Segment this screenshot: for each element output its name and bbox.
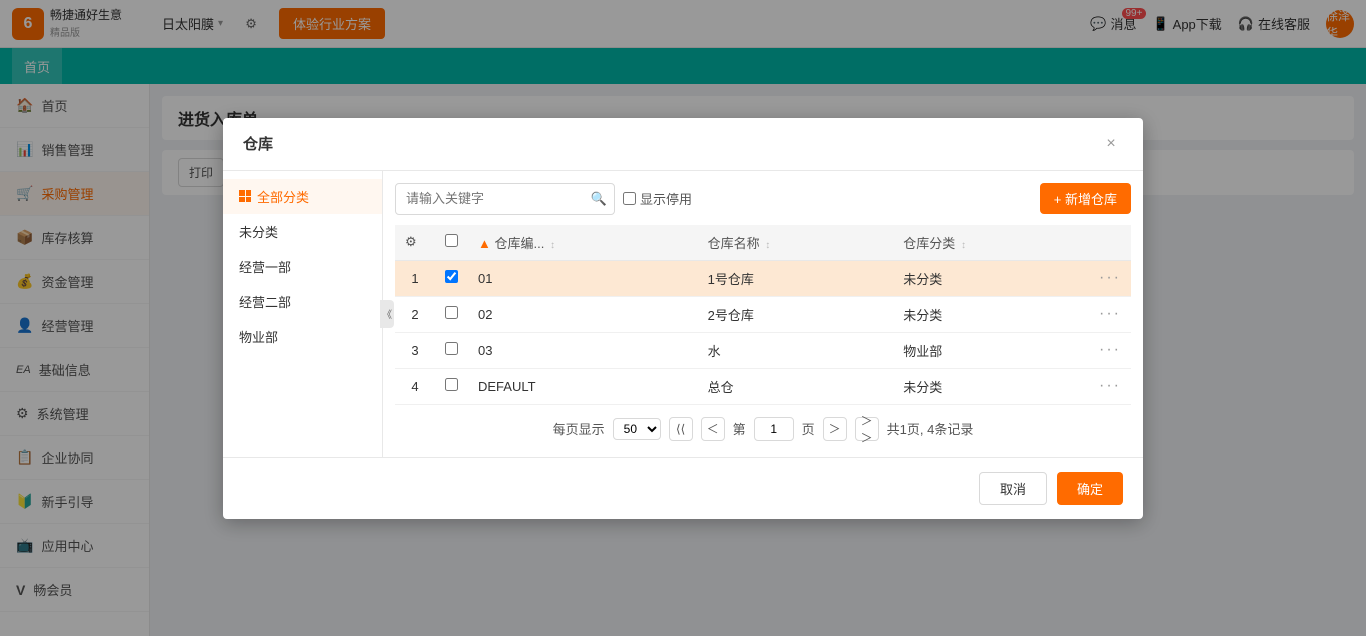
gear-icon: ⚙ xyxy=(405,234,417,249)
per-page-select[interactable]: 50 xyxy=(613,418,661,440)
total-label: 共1页, 4条记录 xyxy=(887,419,974,438)
cat-label: 经营二部 xyxy=(239,292,291,311)
row-checkbox[interactable] xyxy=(435,260,468,296)
row-code: 03 xyxy=(468,332,698,368)
warehouse-modal: 仓库 × 全部分类 未分类 经营一部 经营二部 xyxy=(223,118,1143,519)
row-more[interactable]: ··· xyxy=(1089,368,1131,404)
cat-label: 全部分类 xyxy=(257,187,309,206)
row-name: 1号仓库 xyxy=(698,260,894,296)
modal-footer: 取消 确定 xyxy=(223,457,1143,519)
sidebar-collapse-button[interactable]: 《 xyxy=(380,300,394,328)
row-index: 1 xyxy=(395,260,435,296)
page-unit-label: 页 xyxy=(802,419,815,438)
show-disabled-label: 显示停用 xyxy=(640,189,692,208)
confirm-button[interactable]: 确定 xyxy=(1057,472,1123,505)
row-name: 2号仓库 xyxy=(698,296,894,332)
show-disabled-checkbox[interactable] xyxy=(623,192,636,205)
warehouse-table: ⚙ ▲ 仓库编... ↕ 仓库名称 xyxy=(395,225,1131,405)
table-area: 🔍 显示停用 + 新增仓库 ⚙ xyxy=(383,171,1143,457)
page-number-input[interactable] xyxy=(754,417,794,441)
row-code: 01 xyxy=(468,260,698,296)
pagination: 每页显示 50 ⟨⟨ ＜ 第 页 ＞ ＞＞ 共1页, 4条记录 xyxy=(395,405,1131,445)
collapse-icon: 《 xyxy=(382,306,392,321)
row-index: 4 xyxy=(395,368,435,404)
table-row[interactable]: 3 03 水 物业部 ··· xyxy=(395,332,1131,368)
search-wrap: 🔍 xyxy=(395,183,615,215)
row-more[interactable]: ··· xyxy=(1089,296,1131,332)
row-checkbox[interactable] xyxy=(435,296,468,332)
modal-body: 全部分类 未分类 经营一部 经营二部 物业部 《 xyxy=(223,171,1143,457)
row-select[interactable] xyxy=(445,306,458,319)
row-index: 2 xyxy=(395,296,435,332)
cat-item-none[interactable]: 未分类 xyxy=(223,214,382,249)
col-category-header: 仓库分类 ↕ xyxy=(893,225,1089,261)
row-name: 水 xyxy=(698,332,894,368)
prev-page-button[interactable]: ＜ xyxy=(701,417,725,441)
last-page-button[interactable]: ＞＞ xyxy=(855,417,879,441)
cat-item-all[interactable]: 全部分类 xyxy=(223,179,382,214)
table-toolbar: 🔍 显示停用 + 新增仓库 xyxy=(395,183,1131,215)
add-warehouse-button[interactable]: + 新增仓库 xyxy=(1040,183,1131,214)
col-actions-header xyxy=(1089,225,1131,261)
search-input[interactable] xyxy=(395,183,615,215)
cancel-button[interactable]: 取消 xyxy=(979,472,1047,505)
row-category: 未分类 xyxy=(893,296,1089,332)
page-label: 第 xyxy=(733,419,746,438)
row-name: 总仓 xyxy=(698,368,894,404)
grid-icon xyxy=(239,190,251,202)
col-sort-icon: ↕ xyxy=(550,240,555,251)
more-icon[interactable]: ··· xyxy=(1099,269,1121,286)
show-disabled-wrap: 显示停用 xyxy=(623,189,692,208)
row-select[interactable] xyxy=(445,342,458,355)
col-name-header: 仓库名称 ↕ xyxy=(698,225,894,261)
cat-label: 未分类 xyxy=(239,222,278,241)
row-category: 未分类 xyxy=(893,368,1089,404)
per-page-label: 每页显示 xyxy=(553,419,605,438)
col-gear: ⚙ xyxy=(395,225,435,261)
cat-item-property[interactable]: 物业部 xyxy=(223,319,382,354)
row-category: 物业部 xyxy=(893,332,1089,368)
modal-overlay: 仓库 × 全部分类 未分类 经营一部 经营二部 xyxy=(0,0,1366,636)
col-code-header: ▲ 仓库编... ↕ xyxy=(468,225,698,261)
more-icon[interactable]: ··· xyxy=(1099,305,1121,322)
col-check xyxy=(435,225,468,261)
first-page-button[interactable]: ⟨⟨ xyxy=(669,417,693,441)
select-all-checkbox[interactable] xyxy=(445,234,458,247)
cat-label: 物业部 xyxy=(239,327,278,346)
table-row[interactable]: 4 DEFAULT 总仓 未分类 ··· xyxy=(395,368,1131,404)
modal-header: 仓库 × xyxy=(223,118,1143,171)
row-checkbox[interactable] xyxy=(435,368,468,404)
table-row[interactable]: 2 02 2号仓库 未分类 ··· xyxy=(395,296,1131,332)
cat-item-ops1[interactable]: 经营一部 xyxy=(223,249,382,284)
row-code: DEFAULT xyxy=(468,368,698,404)
row-select[interactable] xyxy=(445,270,458,283)
next-page-button[interactable]: ＞ xyxy=(823,417,847,441)
row-select[interactable] xyxy=(445,378,458,391)
more-icon[interactable]: ··· xyxy=(1099,341,1121,358)
table-row[interactable]: 1 01 1号仓库 未分类 ··· xyxy=(395,260,1131,296)
search-icon[interactable]: 🔍 xyxy=(591,191,607,207)
cat-item-ops2[interactable]: 经营二部 xyxy=(223,284,382,319)
row-more[interactable]: ··· xyxy=(1089,260,1131,296)
row-code: 02 xyxy=(468,296,698,332)
col-sort-icon: ↕ xyxy=(765,240,770,251)
row-index: 3 xyxy=(395,332,435,368)
row-more[interactable]: ··· xyxy=(1089,332,1131,368)
sort-icon: ▲ xyxy=(478,236,491,251)
close-icon[interactable]: × xyxy=(1099,132,1123,156)
category-sidebar: 全部分类 未分类 经营一部 经营二部 物业部 《 xyxy=(223,171,383,457)
modal-title: 仓库 xyxy=(243,133,273,154)
more-icon[interactable]: ··· xyxy=(1099,377,1121,394)
row-category: 未分类 xyxy=(893,260,1089,296)
row-checkbox[interactable] xyxy=(435,332,468,368)
cat-label: 经营一部 xyxy=(239,257,291,276)
col-sort-icon: ↕ xyxy=(961,240,966,251)
